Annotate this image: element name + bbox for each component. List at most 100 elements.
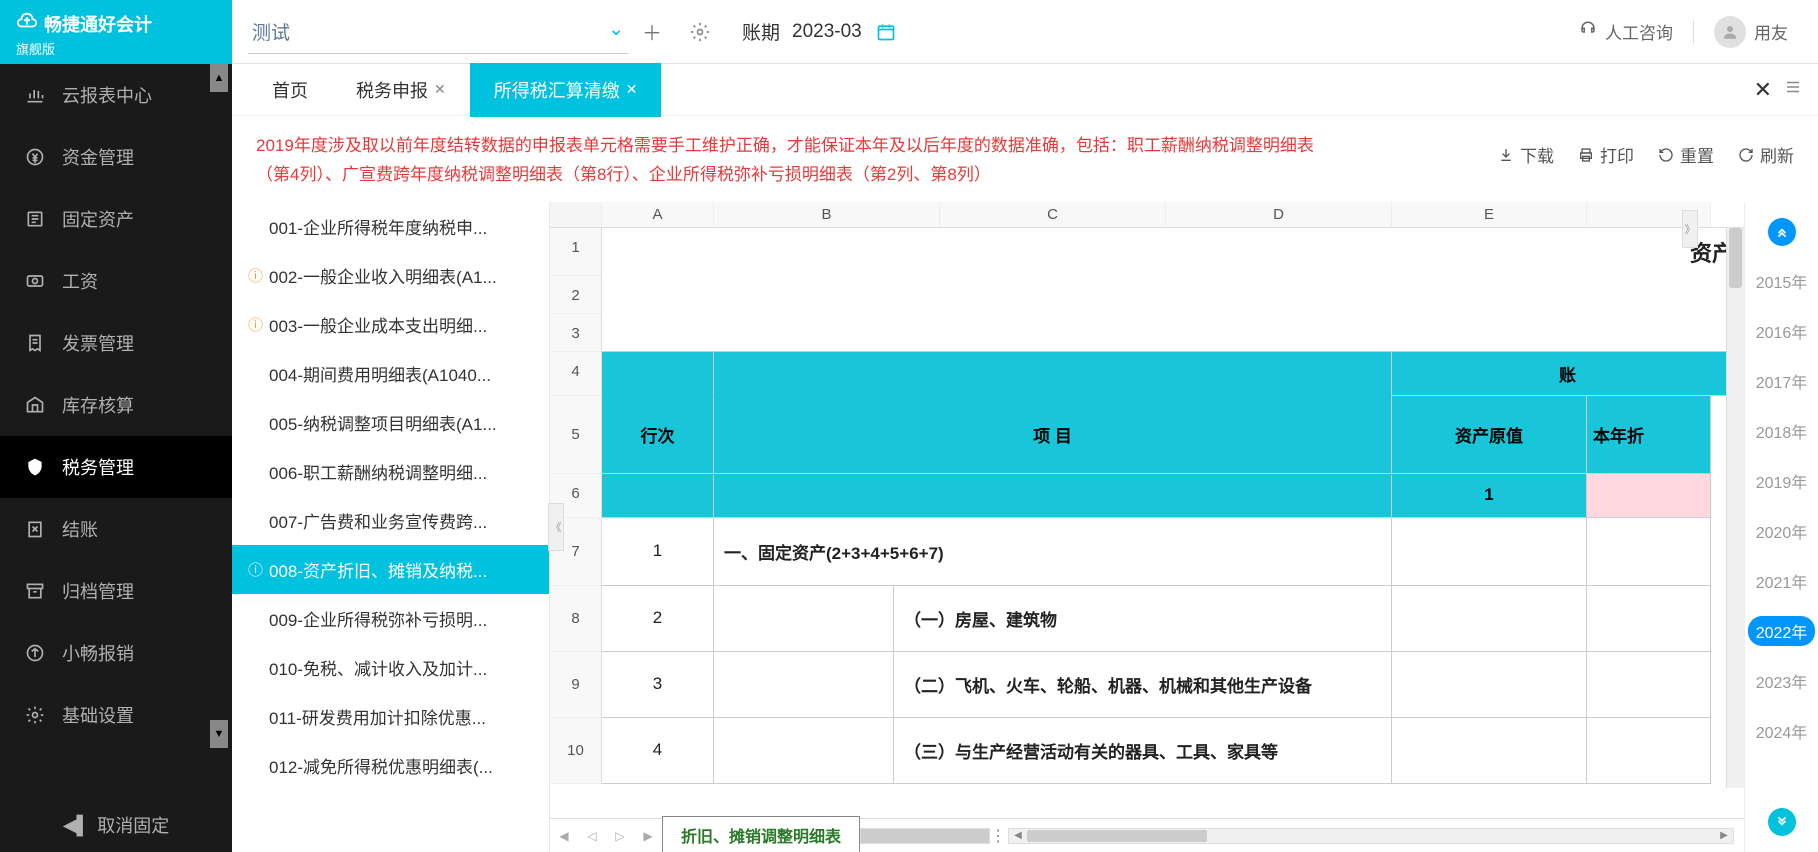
tabs-close-all[interactable]: ✕ bbox=[1748, 71, 1778, 109]
header-rowno: 行次 bbox=[602, 396, 714, 474]
col-header[interactable]: E bbox=[1392, 202, 1587, 227]
year-option[interactable]: 2023年 bbox=[1748, 666, 1816, 696]
refresh-button[interactable]: 刷新 bbox=[1738, 142, 1794, 167]
sidebar-item-expense[interactable]: 小畅报销 bbox=[0, 622, 232, 684]
project-select[interactable]: 测试 ⌄ bbox=[248, 10, 628, 54]
cell-rowno[interactable]: 1 bbox=[602, 518, 714, 586]
cell-value[interactable] bbox=[1392, 518, 1587, 586]
split-handle[interactable]: ⋮ bbox=[990, 819, 998, 852]
tab-close[interactable]: ✕ bbox=[434, 81, 446, 98]
report-item[interactable]: 001-企业所得税年度纳税申... bbox=[232, 202, 549, 251]
cell-value[interactable] bbox=[1587, 652, 1711, 718]
tab[interactable]: 首页 bbox=[248, 63, 332, 117]
sidebar-scroll-down[interactable]: ▼ bbox=[210, 720, 228, 748]
cell-value[interactable] bbox=[1392, 586, 1587, 652]
cell-value[interactable] bbox=[1392, 652, 1587, 718]
sheet-nav-last[interactable]: ▶ bbox=[634, 819, 662, 852]
row-header[interactable]: 4 bbox=[550, 352, 602, 396]
report-item[interactable]: 004-期间费用明细表(A1040... bbox=[232, 349, 549, 398]
year-option[interactable]: 2018年 bbox=[1748, 416, 1816, 446]
report-item[interactable]: ⓘ002-一般企业收入明细表(A1... bbox=[232, 251, 549, 300]
sidebar-item-invoice[interactable]: 发票管理 bbox=[0, 312, 232, 374]
row-header[interactable]: 9 bbox=[550, 652, 602, 718]
cell-item[interactable]: （一）房屋、建筑物 bbox=[894, 586, 1392, 652]
sheet-nav-prev[interactable]: ◁ bbox=[578, 819, 606, 852]
cell-value[interactable] bbox=[1392, 718, 1587, 784]
reset-button[interactable]: 重置 bbox=[1658, 142, 1714, 167]
row-header[interactable]: 3 bbox=[550, 314, 602, 352]
col-header[interactable]: B bbox=[714, 202, 940, 227]
archive-icon bbox=[24, 580, 46, 602]
sidebar-item-label: 税务管理 bbox=[62, 454, 134, 480]
report-item[interactable]: ⓘ008-资产折旧、摊销及纳税... bbox=[232, 545, 549, 594]
unpin-button[interactable]: ◀▌ 取消固定 bbox=[0, 798, 232, 852]
year-option[interactable]: 2024年 bbox=[1748, 716, 1816, 746]
cell-rowno[interactable]: 3 bbox=[602, 652, 714, 718]
col-header[interactable]: D bbox=[1166, 202, 1392, 227]
sidebar-item-settings[interactable]: 基础设置 bbox=[0, 684, 232, 746]
year-scroll-down[interactable] bbox=[1768, 808, 1796, 836]
year-option[interactable]: 2017年 bbox=[1748, 366, 1816, 396]
sidebar-item-chart[interactable]: 云报表中心 bbox=[0, 64, 232, 126]
row-header[interactable]: 8 bbox=[550, 586, 602, 652]
sheet-tab-scrollbar[interactable] bbox=[860, 828, 990, 844]
tabs-menu[interactable] bbox=[1784, 78, 1802, 101]
report-item[interactable]: 007-广告费和业务宣传费跨... bbox=[232, 496, 549, 545]
sidebar-item-asset[interactable]: 固定资产 bbox=[0, 188, 232, 250]
sheet-nav-next[interactable]: ▷ bbox=[606, 819, 634, 852]
year-option[interactable]: 2021年 bbox=[1748, 566, 1816, 596]
row-header[interactable]: 10 bbox=[550, 718, 602, 784]
expand-sheet[interactable]: 》 bbox=[1682, 210, 1698, 248]
settings-button[interactable] bbox=[686, 18, 714, 46]
sidebar-item-tax[interactable]: 税务管理 bbox=[0, 436, 232, 498]
sidebar-item-money[interactable]: 资金管理 bbox=[0, 126, 232, 188]
sidebar-item-archive[interactable]: 归档管理 bbox=[0, 560, 232, 622]
avatar-icon bbox=[1714, 16, 1746, 48]
year-option[interactable]: 2015年 bbox=[1748, 266, 1816, 296]
print-button[interactable]: 打印 bbox=[1578, 142, 1634, 167]
cell-item[interactable]: （二）飞机、火车、轮船、机器、机械和其他生产设备 bbox=[894, 652, 1392, 718]
sidebar-scroll-up[interactable]: ▲ bbox=[210, 64, 228, 92]
cell-value[interactable] bbox=[1587, 718, 1711, 784]
row-header[interactable]: 5 bbox=[550, 396, 602, 474]
sidebar-item-close-book[interactable]: 结账 bbox=[0, 498, 232, 560]
report-item[interactable]: 006-职工薪酬纳税调整明细... bbox=[232, 447, 549, 496]
period-value[interactable]: 2023-03 bbox=[792, 21, 862, 43]
tab[interactable]: 所得税汇算清缴✕ bbox=[470, 63, 662, 117]
report-item[interactable]: 005-纳税调整项目明细表(A1... bbox=[232, 398, 549, 447]
year-scroll-up[interactable] bbox=[1768, 218, 1796, 246]
col-header[interactable]: A bbox=[602, 202, 714, 227]
cell-item[interactable]: 一、固定资产(2+3+4+5+6+7) bbox=[714, 518, 1392, 586]
download-button[interactable]: 下载 bbox=[1498, 142, 1554, 167]
calendar-icon[interactable] bbox=[872, 18, 900, 46]
sheet-tab[interactable]: 折旧、摊销调整明细表 bbox=[662, 816, 860, 852]
sheet-nav-first[interactable]: ◀ bbox=[550, 819, 578, 852]
report-item[interactable]: 011-研发费用加计扣除优惠... bbox=[232, 692, 549, 741]
year-option[interactable]: 2016年 bbox=[1748, 316, 1816, 346]
collapse-report-list[interactable]: 《 bbox=[548, 503, 564, 551]
report-item[interactable]: 009-企业所得税弥补亏损明... bbox=[232, 594, 549, 643]
vertical-scrollbar[interactable] bbox=[1726, 228, 1744, 788]
year-option[interactable]: 2022年 bbox=[1748, 616, 1816, 646]
report-item[interactable]: 010-免税、减计收入及加计... bbox=[232, 643, 549, 692]
year-option[interactable]: 2020年 bbox=[1748, 516, 1816, 546]
year-option[interactable]: 2019年 bbox=[1748, 466, 1816, 496]
cell-value[interactable] bbox=[1587, 518, 1711, 586]
user-menu[interactable]: 用友 bbox=[1714, 16, 1788, 48]
consult-button[interactable]: 人工咨询 bbox=[1579, 19, 1673, 44]
cell-value[interactable] bbox=[1587, 586, 1711, 652]
col-header[interactable]: C bbox=[940, 202, 1166, 227]
add-button[interactable]: ＋ bbox=[638, 18, 666, 46]
cell-rowno[interactable]: 2 bbox=[602, 586, 714, 652]
sidebar-item-salary[interactable]: 工资 bbox=[0, 250, 232, 312]
report-item[interactable]: 012-减免所得税优惠明细表(... bbox=[232, 741, 549, 790]
report-item[interactable]: ⓘ003-一般企业成本支出明细... bbox=[232, 300, 549, 349]
tab-close[interactable]: ✕ bbox=[626, 81, 638, 98]
tab[interactable]: 税务申报✕ bbox=[332, 63, 470, 117]
horizontal-scrollbar[interactable]: ◀ ▶ bbox=[1008, 828, 1734, 844]
row-header[interactable]: 1 bbox=[550, 228, 602, 276]
cell-rowno[interactable]: 4 bbox=[602, 718, 714, 784]
row-header[interactable]: 2 bbox=[550, 276, 602, 314]
cell-item[interactable]: （三）与生产经营活动有关的器具、工具、家具等 bbox=[894, 718, 1392, 784]
sidebar-item-stock[interactable]: 库存核算 bbox=[0, 374, 232, 436]
